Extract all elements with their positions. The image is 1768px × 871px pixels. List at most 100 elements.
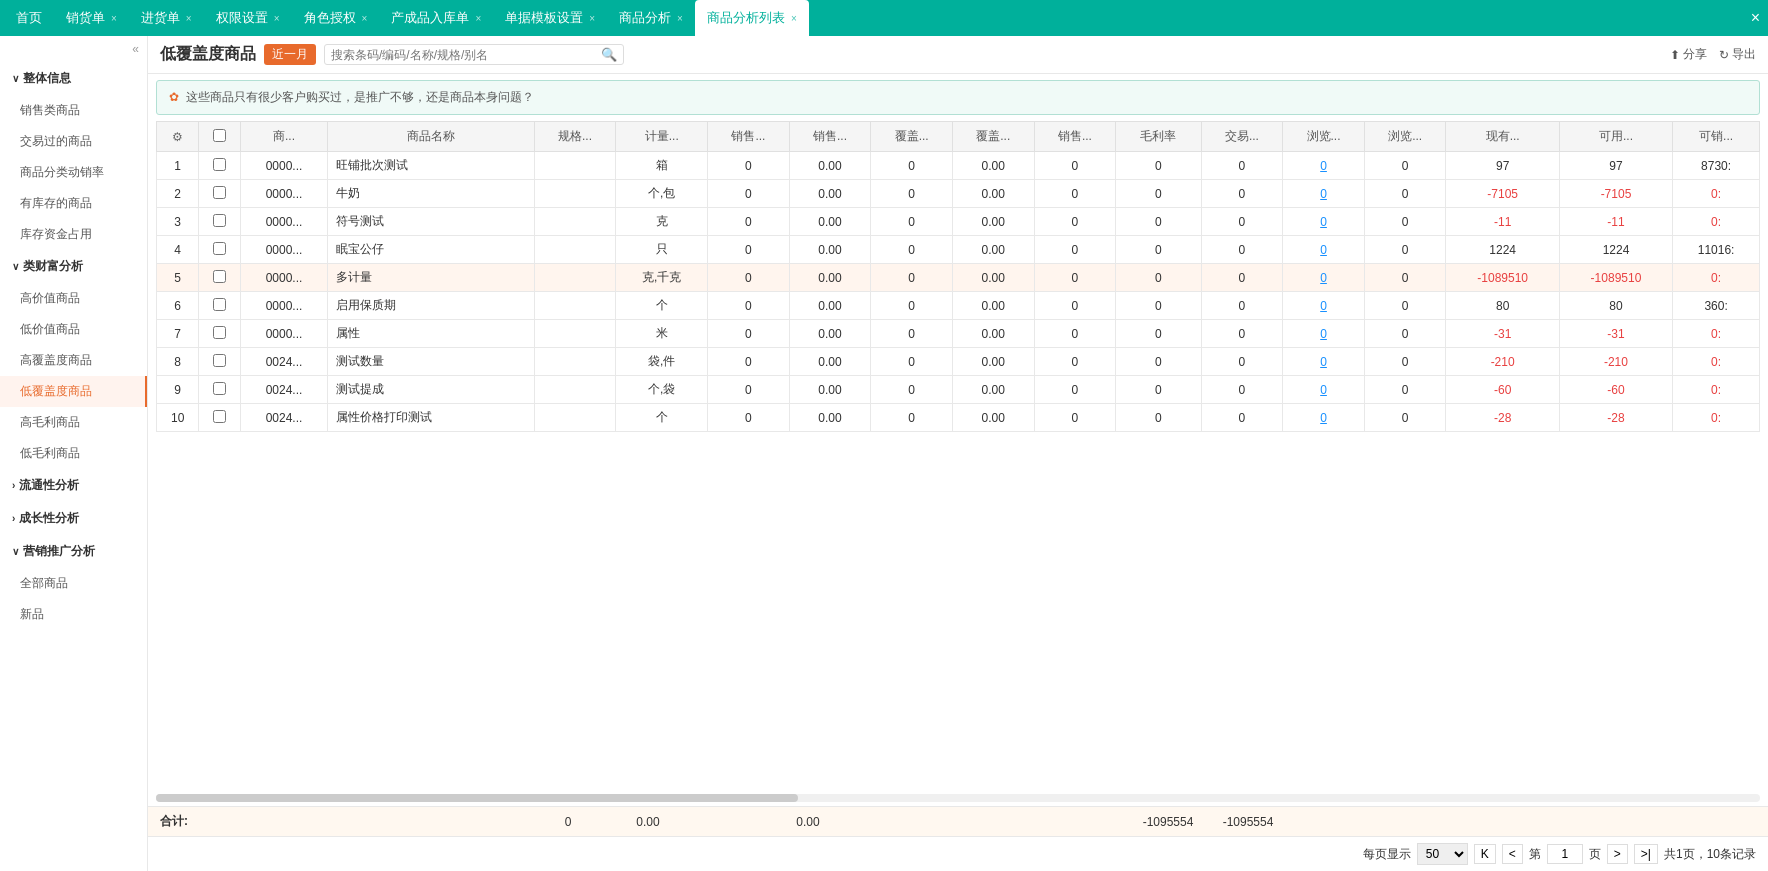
sidebar-item-capital[interactable]: 库存资金占用: [0, 219, 147, 250]
search-input[interactable]: [331, 48, 601, 62]
nav-tab-role[interactable]: 角色授权 ×: [292, 0, 380, 36]
cell-available: -11: [1559, 208, 1672, 236]
cell-checkbox[interactable]: [199, 208, 241, 236]
search-icon[interactable]: 🔍: [601, 47, 617, 62]
cell-browse1[interactable]: 0: [1283, 376, 1365, 404]
cell-browse1[interactable]: 0: [1283, 236, 1365, 264]
cell-browse1[interactable]: 0: [1283, 152, 1365, 180]
per-page-select[interactable]: 50 10 20 100: [1417, 843, 1468, 865]
nav-tab-sales[interactable]: 销货单 ×: [54, 0, 129, 36]
th-sales-qty: 销售...: [708, 122, 790, 152]
select-all-checkbox[interactable]: [213, 129, 226, 142]
sidebar-collapse-button[interactable]: «: [0, 36, 147, 62]
sidebar-item-high-value[interactable]: 高价值商品: [0, 283, 147, 314]
close-icon[interactable]: ×: [274, 13, 280, 24]
sidebar-section-overall[interactable]: ∨ 整体信息: [0, 62, 147, 95]
export-button[interactable]: ↻ 导出: [1719, 46, 1756, 63]
share-button[interactable]: ⬆ 分享: [1670, 46, 1707, 63]
cell-checkbox[interactable]: [199, 320, 241, 348]
sidebar-item-low-profit[interactable]: 低毛利商品: [0, 438, 147, 469]
cell-checkbox[interactable]: [199, 292, 241, 320]
sidebar-item-high-coverage[interactable]: 高覆盖度商品: [0, 345, 147, 376]
table-row: 3 0000... 符号测试 克 0 0.00 0 0.00 0 0 0 0 0…: [157, 208, 1760, 236]
close-icon[interactable]: ×: [677, 13, 683, 24]
close-all-button[interactable]: ×: [1751, 9, 1760, 27]
cell-gross-rate: 0: [1116, 208, 1201, 236]
cell-checkbox[interactable]: [199, 180, 241, 208]
cell-browse2: 0: [1364, 404, 1446, 432]
nav-tab-permission[interactable]: 权限设置 ×: [204, 0, 292, 36]
close-icon[interactable]: ×: [475, 13, 481, 24]
close-icon[interactable]: ×: [186, 13, 192, 24]
cell-no: 9: [157, 376, 199, 404]
cell-browse1[interactable]: 0: [1283, 264, 1365, 292]
cell-sales3: 0: [1034, 208, 1116, 236]
th-sales-amt: 销售...: [789, 122, 871, 152]
scrollbar-thumb[interactable]: [156, 794, 798, 802]
close-icon[interactable]: ×: [791, 13, 797, 24]
th-code: 商...: [241, 122, 328, 152]
sidebar-item-low-coverage[interactable]: 低覆盖度商品: [0, 376, 147, 407]
chevron-right-icon: ›: [12, 480, 15, 491]
cell-browse1[interactable]: 0: [1283, 404, 1365, 432]
cell-gross-rate: 0: [1116, 236, 1201, 264]
cell-current: -11: [1446, 208, 1559, 236]
cell-cover2: 0.00: [952, 404, 1034, 432]
th-settings[interactable]: ⚙: [157, 122, 199, 152]
horizontal-scrollbar[interactable]: [156, 794, 1760, 802]
prev-page-button[interactable]: <: [1502, 844, 1523, 864]
footer-total: 合计: 0 0.00 0.00 -1095554 -1095554: [148, 806, 1768, 836]
cell-checkbox[interactable]: [199, 404, 241, 432]
sidebar-item-traded-goods[interactable]: 交易过的商品: [0, 126, 147, 157]
sidebar-item-low-value[interactable]: 低价值商品: [0, 314, 147, 345]
cell-checkbox[interactable]: [199, 348, 241, 376]
sidebar-section-wealth[interactable]: ∨ 类财富分析: [0, 250, 147, 283]
cell-browse1[interactable]: 0: [1283, 292, 1365, 320]
cell-sales3: 0: [1034, 404, 1116, 432]
last-page-button[interactable]: >|: [1634, 844, 1658, 864]
cell-checkbox[interactable]: [199, 376, 241, 404]
cell-browse1[interactable]: 0: [1283, 208, 1365, 236]
nav-tab-product-warehouse[interactable]: 产成品入库单 ×: [379, 0, 493, 36]
cell-browse1[interactable]: 0: [1283, 180, 1365, 208]
nav-tab-purchase[interactable]: 进货单 ×: [129, 0, 204, 36]
sidebar-item-new-goods[interactable]: 新品: [0, 599, 147, 630]
cell-checkbox[interactable]: [199, 264, 241, 292]
cell-no: 1: [157, 152, 199, 180]
total-sales-amt: 0.00: [608, 815, 688, 829]
sidebar-item-stock-goods[interactable]: 有库存的商品: [0, 188, 147, 219]
total-current: -1095554: [1128, 815, 1208, 829]
close-icon[interactable]: ×: [589, 13, 595, 24]
nav-tab-analysis-list[interactable]: 商品分析列表 ×: [695, 0, 809, 36]
cell-checkbox[interactable]: [199, 152, 241, 180]
close-icon[interactable]: ×: [111, 13, 117, 24]
cell-browse1[interactable]: 0: [1283, 320, 1365, 348]
cell-browse1[interactable]: 0: [1283, 348, 1365, 376]
sidebar-item-category-rate[interactable]: 商品分类动销率: [0, 157, 147, 188]
cell-no: 6: [157, 292, 199, 320]
cell-code: 0024...: [241, 376, 328, 404]
next-page-button[interactable]: >: [1607, 844, 1628, 864]
sidebar-section-liquidity[interactable]: › 流通性分析: [0, 469, 147, 502]
close-icon[interactable]: ×: [362, 13, 368, 24]
cell-sales-qty: 0: [708, 236, 790, 264]
cell-code: 0000...: [241, 208, 328, 236]
cell-sales-amt: 0.00: [789, 376, 871, 404]
settings-icon[interactable]: ⚙: [172, 130, 183, 144]
nav-tab-template[interactable]: 单据模板设置 ×: [493, 0, 607, 36]
table-body: 1 0000... 旺铺批次测试 箱 0 0.00 0 0.00 0 0 0 0…: [157, 152, 1760, 432]
sidebar-item-high-profit[interactable]: 高毛利商品: [0, 407, 147, 438]
first-page-button[interactable]: K: [1474, 844, 1496, 864]
page-number-input[interactable]: [1547, 844, 1583, 864]
cell-available: -60: [1559, 376, 1672, 404]
nav-tab-home[interactable]: 首页: [4, 0, 54, 36]
sidebar-item-all-goods[interactable]: 全部商品: [0, 568, 147, 599]
cell-checkbox[interactable]: [199, 236, 241, 264]
cell-sales3: 0: [1034, 152, 1116, 180]
sidebar-section-growth[interactable]: › 成长性分析: [0, 502, 147, 535]
period-button[interactable]: 近一月: [264, 44, 316, 65]
sidebar-section-marketing[interactable]: ∨ 营销推广分析: [0, 535, 147, 568]
sidebar-item-sales-goods[interactable]: 销售类商品: [0, 95, 147, 126]
cell-cover1: 0: [871, 180, 953, 208]
nav-tab-analysis[interactable]: 商品分析 ×: [607, 0, 695, 36]
